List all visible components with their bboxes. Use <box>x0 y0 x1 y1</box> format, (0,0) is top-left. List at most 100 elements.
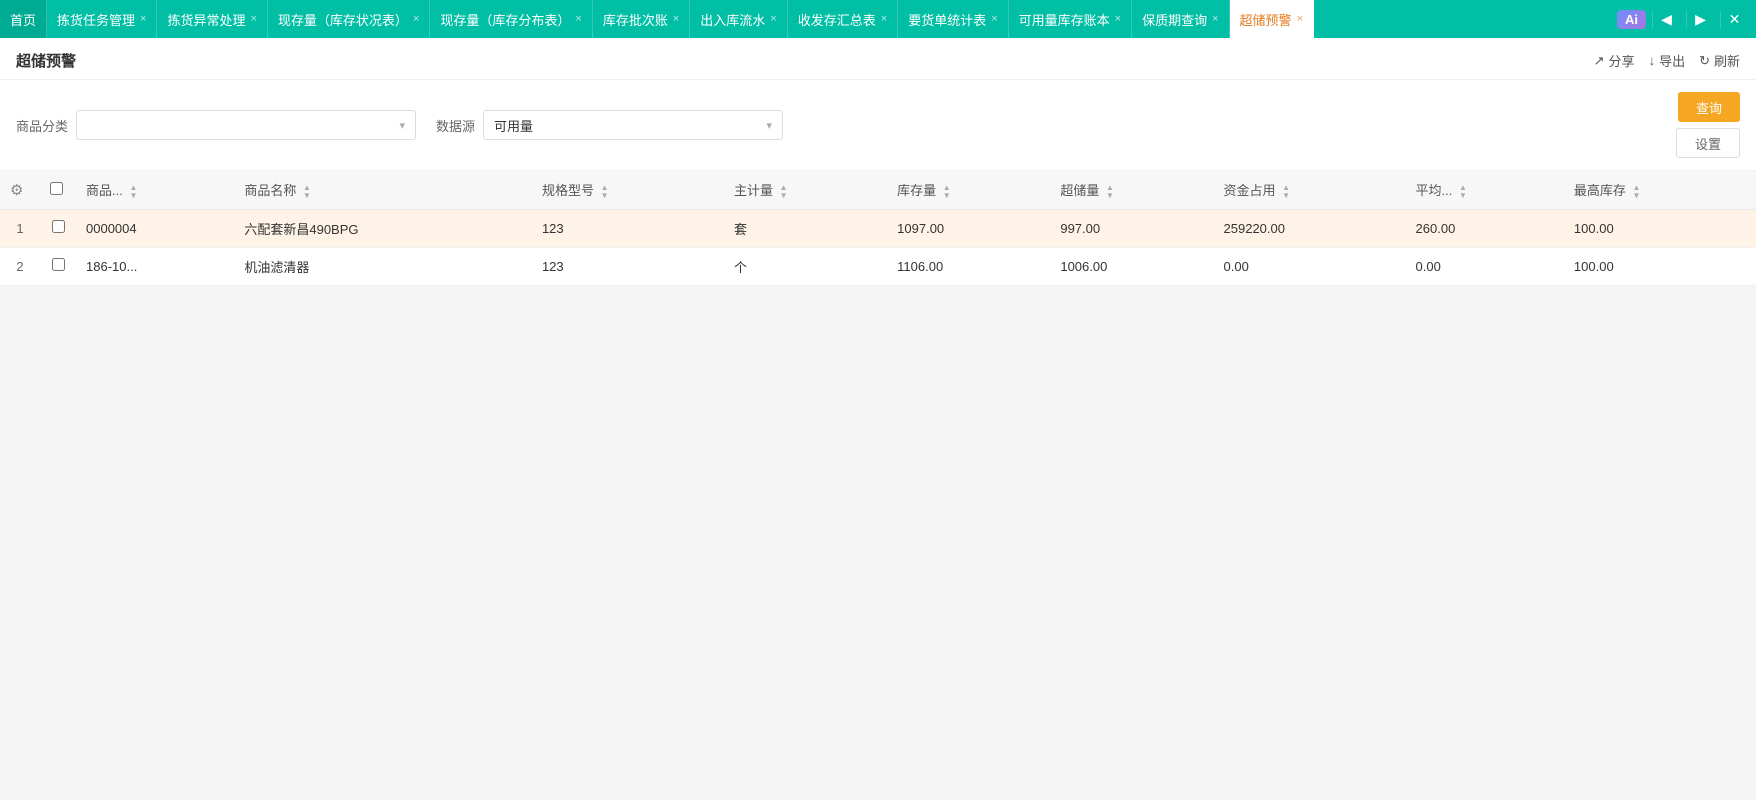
nav-item-inventory-dist[interactable]: 现存量（库存分布表）× <box>430 0 592 38</box>
row-spec-0: 123 <box>532 209 724 247</box>
row-capital-0: 259220.00 <box>1214 209 1406 247</box>
query-button[interactable]: 查询 <box>1678 92 1740 122</box>
row-checkbox-cell-1 <box>40 247 76 285</box>
nav-item-order-stat[interactable]: 要货单统计表× <box>898 0 1008 38</box>
export-icon: ↓ <box>1649 53 1656 68</box>
nav-close-collect-send[interactable]: × <box>881 13 887 25</box>
nav-prev-arrow[interactable]: ◀ <box>1652 11 1680 28</box>
nav-close-task-mgmt[interactable]: × <box>140 13 146 25</box>
ai-badge: Ai <box>1617 10 1646 29</box>
export-label: 导出 <box>1659 51 1685 70</box>
nav-item-in-out-flow[interactable]: 出入库流水× <box>690 0 787 38</box>
row-stock-0: 1097.00 <box>887 209 1050 247</box>
th-stock[interactable]: 库存量 ▲▼ <box>887 171 1050 209</box>
settings-gear-icon[interactable]: ⚙ <box>10 182 23 199</box>
nav-item-task-mgmt[interactable]: 拣货任务管理× <box>47 0 157 38</box>
nav-item-quality-check[interactable]: 保质期查询× <box>1132 0 1229 38</box>
th-product-name[interactable]: 商品名称 ▲▼ <box>234 171 532 209</box>
nav-close-batch-account[interactable]: × <box>673 13 679 25</box>
nav-close-avail-ledger[interactable]: × <box>1115 13 1121 25</box>
sort-product-code-icon: ▲▼ <box>129 184 137 200</box>
top-bar-right: Ai ◀ ▶ ✕ <box>1617 10 1756 29</box>
share-label: 分享 <box>1609 51 1635 70</box>
nav-item-inventory-status[interactable]: 现存量（库存状况表）× <box>268 0 430 38</box>
th-max-stock-label: 最高库存 <box>1574 183 1626 198</box>
row-max-stock-0: 100.00 <box>1564 209 1756 247</box>
share-button[interactable]: ↗ 分享 <box>1594 51 1635 70</box>
row-product-code-1: 186-10... <box>76 247 234 285</box>
nav-close-arrow[interactable]: ✕ <box>1720 11 1748 28</box>
nav-close-abnormal[interactable]: × <box>250 13 256 25</box>
sort-avg-icon: ▲▼ <box>1459 184 1467 200</box>
th-product-code[interactable]: 商品... ▲▼ <box>76 171 234 209</box>
table-row: 1 0000004 六配套新昌490BPG 123 套 1097.00 997.… <box>0 209 1756 247</box>
row-num-0: 1 <box>0 209 40 247</box>
th-unit[interactable]: 主计量 ▲▼ <box>724 171 887 209</box>
row-overstock-1: 1006.00 <box>1050 247 1213 285</box>
datasource-select-value: 可用量 <box>494 116 533 135</box>
refresh-button[interactable]: ↻ 刷新 <box>1699 51 1740 70</box>
th-avg-label: 平均... <box>1416 183 1453 198</box>
refresh-label: 刷新 <box>1714 51 1740 70</box>
th-product-code-label: 商品... <box>86 183 123 198</box>
row-unit-1: 个 <box>724 247 887 285</box>
set-button[interactable]: 设置 <box>1676 128 1740 158</box>
sort-overstock-icon: ▲▼ <box>1106 184 1114 200</box>
th-max-stock[interactable]: 最高库存 ▲▼ <box>1564 171 1756 209</box>
row-max-stock-1: 100.00 <box>1564 247 1756 285</box>
top-nav: 首页拣货任务管理×拣货异常处理×现存量（库存状况表）×现存量（库存分布表）×库存… <box>0 0 1756 38</box>
table-body: 1 0000004 六配套新昌490BPG 123 套 1097.00 997.… <box>0 209 1756 285</box>
header-actions: ↗ 分享 ↓ 导出 ↻ 刷新 <box>1594 51 1740 70</box>
sort-max-stock-icon: ▲▼ <box>1633 184 1641 200</box>
row-stock-1: 1106.00 <box>887 247 1050 285</box>
row-capital-1: 0.00 <box>1214 247 1406 285</box>
sort-stock-icon: ▲▼ <box>943 184 951 200</box>
page-header: 超储预警 ↗ 分享 ↓ 导出 ↻ 刷新 <box>0 38 1756 80</box>
sort-product-name-icon: ▲▼ <box>303 184 311 200</box>
row-checkbox-1[interactable] <box>52 258 65 271</box>
th-capital[interactable]: 资金占用 ▲▼ <box>1214 171 1406 209</box>
export-button[interactable]: ↓ 导出 <box>1649 51 1686 70</box>
sort-unit-icon: ▲▼ <box>780 184 788 200</box>
category-select[interactable]: ▾ <box>76 110 416 140</box>
refresh-icon: ↻ <box>1699 53 1710 69</box>
row-checkbox-0[interactable] <box>52 220 65 233</box>
filter-actions: 查询 设置 <box>1676 92 1740 158</box>
sort-spec-icon: ▲▼ <box>601 184 609 200</box>
th-settings: ⚙ <box>0 171 40 209</box>
filter-bar: 商品分类 ▾ 数据源 可用量 ▾ 查询 设置 <box>0 80 1756 170</box>
nav-item-batch-account[interactable]: 库存批次账× <box>593 0 690 38</box>
nav-close-overstock-warning[interactable]: × <box>1297 13 1303 25</box>
row-num-1: 2 <box>0 247 40 285</box>
th-unit-label: 主计量 <box>734 183 773 198</box>
th-overstock-label: 超储量 <box>1060 183 1099 198</box>
category-filter-item: 商品分类 ▾ <box>16 110 416 140</box>
nav-item-abnormal[interactable]: 拣货异常处理× <box>157 0 267 38</box>
row-avg-1: 0.00 <box>1406 247 1564 285</box>
th-spec[interactable]: 规格型号 ▲▼ <box>532 171 724 209</box>
th-checkbox <box>40 171 76 209</box>
nav-next-arrow[interactable]: ▶ <box>1686 11 1714 28</box>
th-overstock[interactable]: 超储量 ▲▼ <box>1050 171 1213 209</box>
th-product-name-label: 商品名称 <box>244 183 296 198</box>
nav-close-in-out-flow[interactable]: × <box>770 13 776 25</box>
th-avg[interactable]: 平均... ▲▼ <box>1406 171 1564 209</box>
th-spec-label: 规格型号 <box>542 183 594 198</box>
th-capital-label: 资金占用 <box>1224 183 1276 198</box>
row-unit-0: 套 <box>724 209 887 247</box>
nav-item-collect-send[interactable]: 收发存汇总表× <box>788 0 898 38</box>
nav-item-overstock-warning[interactable]: 超储预警× <box>1230 0 1314 38</box>
th-stock-label: 库存量 <box>897 183 936 198</box>
nav-close-order-stat[interactable]: × <box>991 13 997 25</box>
share-icon: ↗ <box>1594 53 1605 69</box>
select-all-checkbox[interactable] <box>50 182 63 195</box>
nav-close-quality-check[interactable]: × <box>1212 13 1218 25</box>
nav-item-home[interactable]: 首页 <box>0 0 47 38</box>
row-product-name-1: 机油滤清器 <box>234 247 532 285</box>
nav-item-avail-ledger[interactable]: 可用量库存账本× <box>1009 0 1132 38</box>
datasource-select[interactable]: 可用量 ▾ <box>483 110 783 140</box>
nav-close-inventory-dist[interactable]: × <box>575 13 581 25</box>
category-label: 商品分类 <box>16 116 68 135</box>
nav-close-inventory-status[interactable]: × <box>413 13 419 25</box>
datasource-filter-item: 数据源 可用量 ▾ <box>436 110 783 140</box>
